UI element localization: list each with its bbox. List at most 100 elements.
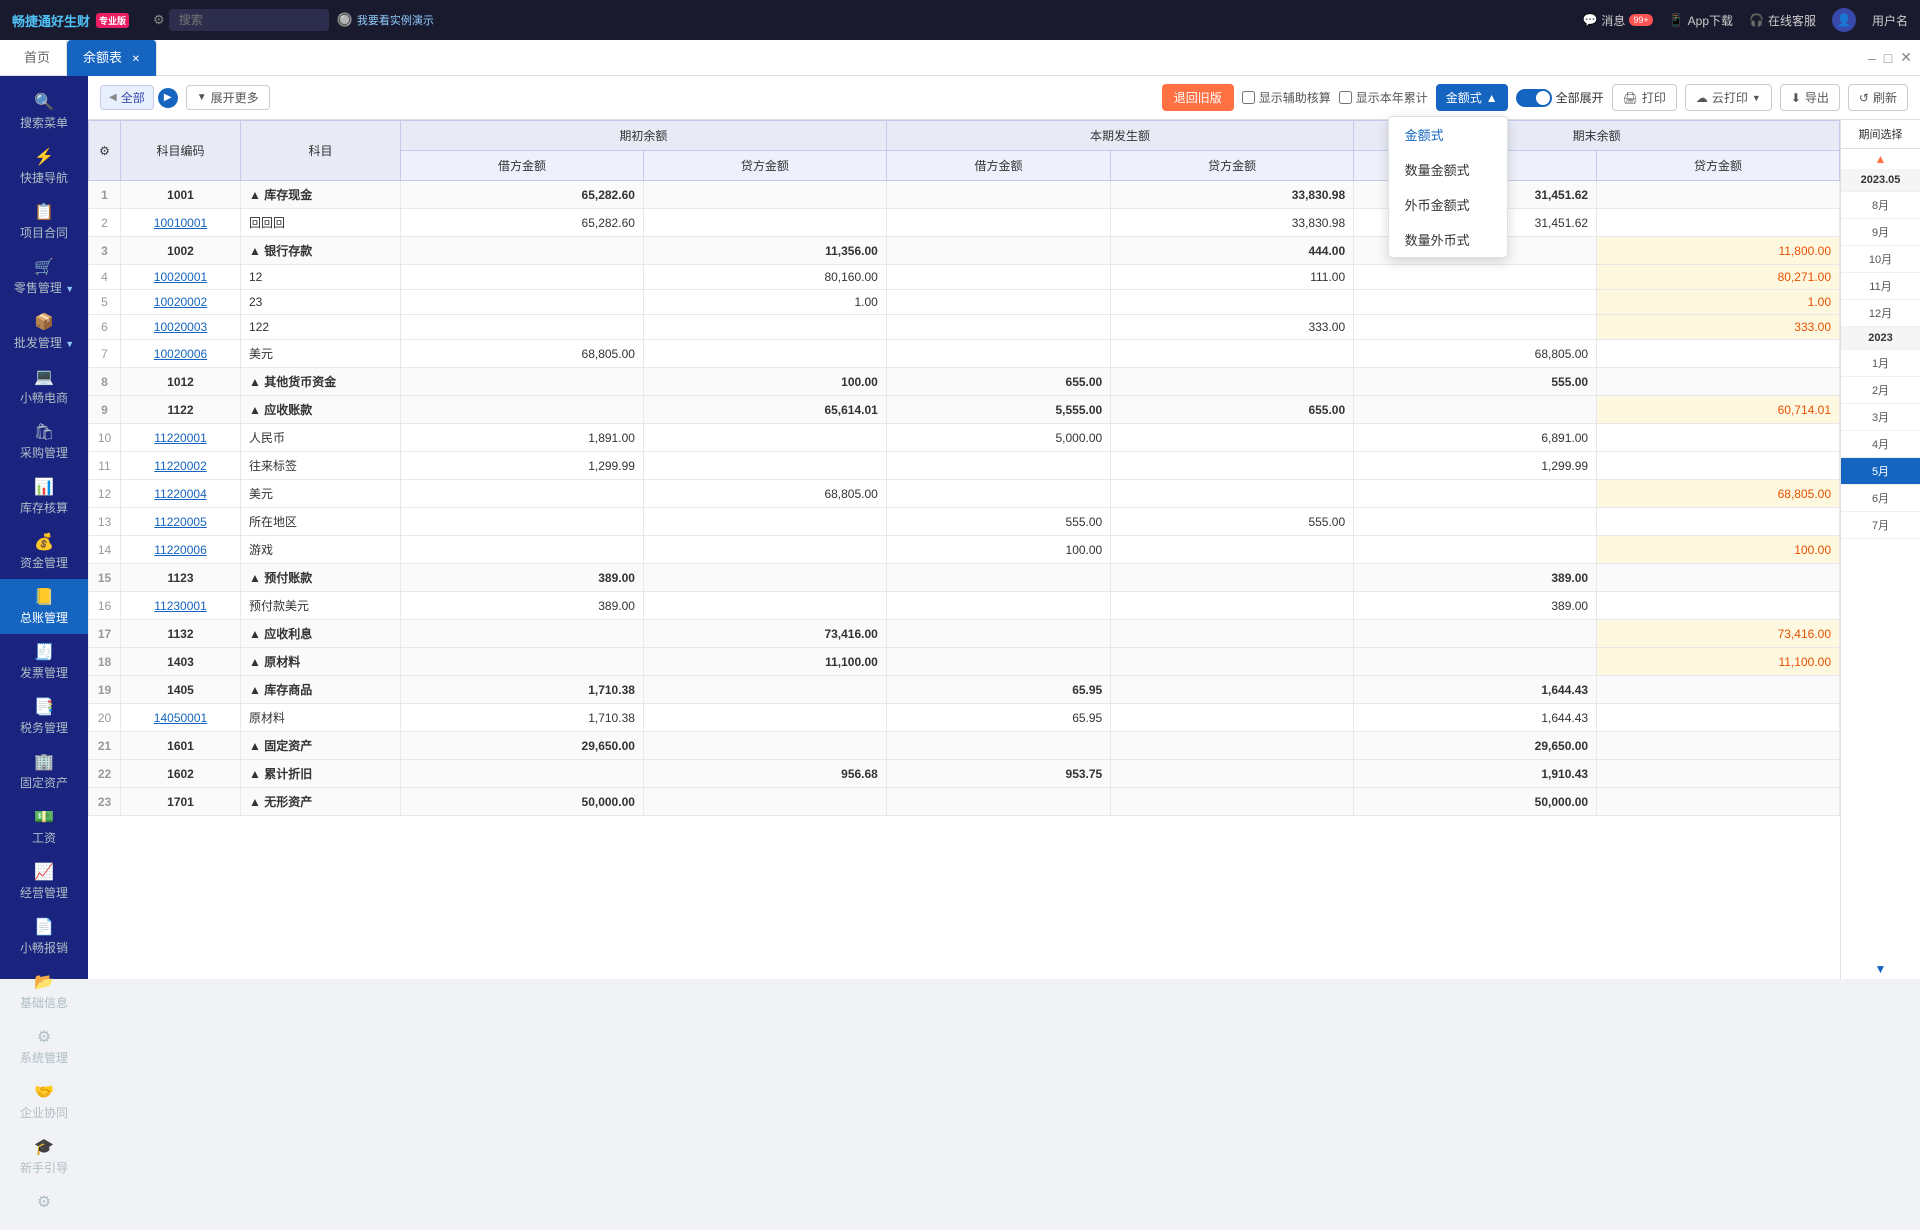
- row-num: 9: [89, 396, 121, 424]
- date-month-6[interactable]: 6月: [1841, 485, 1920, 512]
- sidebar-item-general[interactable]: 📒 总账管理: [0, 579, 88, 634]
- style-option-foreign-amount[interactable]: 外币金额式: [1389, 187, 1507, 222]
- row-num: 18: [89, 648, 121, 676]
- tab-maximize-btn[interactable]: □: [1884, 49, 1892, 66]
- account-code[interactable]: 10020003: [121, 315, 241, 340]
- demo-text[interactable]: 我要看实例演示: [357, 12, 434, 28]
- cb-credit: 1.00: [1597, 290, 1840, 315]
- account-name: ▲ 累计折旧: [241, 760, 401, 788]
- toggle-btn[interactable]: [1516, 89, 1552, 107]
- account-code[interactable]: 11220002: [121, 452, 241, 480]
- sidebar-item-tax[interactable]: 📑 税务管理: [0, 689, 88, 744]
- sidebar-item-guide[interactable]: 🎓 新手引导: [0, 1129, 88, 1184]
- sidebar-item-ecommerce[interactable]: 💻 小畅电商: [0, 359, 88, 414]
- date-month-5-current[interactable]: 5月: [1841, 458, 1920, 485]
- account-code[interactable]: 11220004: [121, 480, 241, 508]
- show-ytd-label[interactable]: 显示本年累计: [1339, 89, 1428, 106]
- ob-credit: 11,100.00: [643, 648, 886, 676]
- date-nav-down[interactable]: ▼: [1841, 959, 1920, 979]
- row-num: 12: [89, 480, 121, 508]
- breadcrumb-next-btn[interactable]: ▶: [158, 88, 178, 108]
- sidebar-item-retail[interactable]: 🛒 零售管理 ▼: [0, 249, 88, 304]
- account-code[interactable]: 11220006: [121, 536, 241, 564]
- style-btn[interactable]: 金额式 ▲: [1436, 84, 1508, 111]
- sidebar-item-salary[interactable]: 💵 工资: [0, 799, 88, 854]
- sidebar-item-invoice[interactable]: 🧾 发票管理: [0, 634, 88, 689]
- print-btn[interactable]: 🖨 打印: [1612, 84, 1677, 111]
- sidebar-item-basic[interactable]: 📂 基础信息: [0, 964, 88, 1019]
- sidebar-item-coop[interactable]: 🤝 企业协同: [0, 1074, 88, 1129]
- date-month-12[interactable]: 12月: [1841, 300, 1920, 327]
- date-month-4[interactable]: 4月: [1841, 431, 1920, 458]
- cb-credit: 11,800.00: [1597, 237, 1840, 265]
- cloud-print-btn[interactable]: ☁ 云打印 ▼: [1685, 84, 1772, 111]
- account-code[interactable]: 14050001: [121, 704, 241, 732]
- goback-btn[interactable]: 退回旧版: [1162, 84, 1234, 111]
- sidebar-item-assets[interactable]: 🏢 固定资产: [0, 744, 88, 799]
- sidebar-item-wholesale[interactable]: 📦 批发管理 ▼: [0, 304, 88, 359]
- tab-minimize-btn[interactable]: –: [1868, 49, 1876, 66]
- date-month-8[interactable]: 8月: [1841, 192, 1920, 219]
- account-code[interactable]: 10020006: [121, 340, 241, 368]
- sidebar-item-report[interactable]: 📄 小畅报销: [0, 909, 88, 964]
- account-code[interactable]: 11220001: [121, 424, 241, 452]
- sidebar-item-inventory[interactable]: 📊 库存核算: [0, 469, 88, 524]
- breadcrumb-all-btn[interactable]: ◀ 全部: [100, 85, 154, 110]
- sidebar-item-business[interactable]: 📈 经营管理: [0, 854, 88, 909]
- show-aux-checkbox[interactable]: [1242, 91, 1255, 104]
- date-month-10[interactable]: 10月: [1841, 246, 1920, 273]
- account-code[interactable]: 11220005: [121, 508, 241, 536]
- date-month-9[interactable]: 9月: [1841, 219, 1920, 246]
- settings-col-header[interactable]: ⚙: [89, 121, 121, 181]
- date-month-7[interactable]: 7月: [1841, 512, 1920, 539]
- account-code[interactable]: 10010001: [121, 209, 241, 237]
- tab-home[interactable]: 首页: [8, 40, 67, 76]
- user-avatar[interactable]: 👤: [1832, 8, 1856, 32]
- account-code[interactable]: 10020002: [121, 290, 241, 315]
- export-btn[interactable]: ⬇ 导出: [1780, 84, 1840, 111]
- table-row: 19 1405 ▲ 库存商品 1,710.38 65.95 1,644.43: [89, 676, 1840, 704]
- curr-debit: 953.75: [886, 760, 1110, 788]
- date-year-2023[interactable]: 2023: [1841, 327, 1920, 350]
- cb-credit: [1597, 508, 1840, 536]
- row-num: 21: [89, 732, 121, 760]
- date-month-1[interactable]: 1月: [1841, 350, 1920, 377]
- date-year-2023-start[interactable]: 2023.05: [1841, 169, 1920, 192]
- sidebar-item-capital[interactable]: 💰 资金管理: [0, 524, 88, 579]
- expand-more-btn[interactable]: ▼ 展开更多: [186, 85, 270, 110]
- sidebar-item-search[interactable]: 🔍 搜索菜单: [0, 84, 88, 139]
- sidebar-item-purchase[interactable]: 🛍 采购管理: [0, 414, 88, 469]
- tab-balance[interactable]: 余额表 ✕: [67, 40, 157, 76]
- sidebar-settings-btn[interactable]: ⚙: [33, 1184, 55, 1230]
- refresh-btn[interactable]: ↺ 刷新: [1848, 84, 1908, 111]
- table-row: 9 1122 ▲ 应收账款 65,614.01 5,555.00 655.00 …: [89, 396, 1840, 424]
- service-btn[interactable]: 🎧 在线客服: [1749, 12, 1816, 29]
- sidebar-item-quicknav[interactable]: ⚡ 快捷导航: [0, 139, 88, 194]
- date-nav-up[interactable]: ▲: [1841, 149, 1920, 169]
- cb-credit: [1597, 452, 1840, 480]
- table-row: 21 1601 ▲ 固定资产 29,650.00 29,650.00: [89, 732, 1840, 760]
- show-aux-label[interactable]: 显示辅助核算: [1242, 89, 1331, 106]
- date-month-3[interactable]: 3月: [1841, 404, 1920, 431]
- style-option-qty-amount[interactable]: 数量金额式: [1389, 152, 1507, 187]
- top-search-input[interactable]: [169, 9, 329, 31]
- date-month-11[interactable]: 11月: [1841, 273, 1920, 300]
- download-btn[interactable]: 📱 App下载: [1669, 12, 1733, 29]
- ob-credit: 80,160.00: [643, 265, 886, 290]
- show-ytd-checkbox[interactable]: [1339, 91, 1352, 104]
- tab-close-btn[interactable]: ✕: [132, 54, 140, 65]
- style-option-qty-foreign[interactable]: 数量外币式: [1389, 222, 1507, 257]
- sidebar-item-project[interactable]: 📋 项目合同: [0, 194, 88, 249]
- tab-close-window-btn[interactable]: ✕: [1900, 49, 1912, 66]
- curr-credit: 333.00: [1111, 315, 1354, 340]
- guide-icon: 🎓: [4, 1137, 84, 1157]
- account-code[interactable]: 11230001: [121, 592, 241, 620]
- sidebar-item-system[interactable]: ⚙ 系统管理: [0, 1019, 88, 1074]
- account-code[interactable]: 10020001: [121, 265, 241, 290]
- curr-credit: 555.00: [1111, 508, 1354, 536]
- curr-debit: [886, 265, 1110, 290]
- message-btn[interactable]: 💬 消息 99+: [1582, 12, 1652, 29]
- table-row: 13 11220005 所在地区 555.00 555.00: [89, 508, 1840, 536]
- style-option-amount[interactable]: 金额式: [1389, 117, 1507, 152]
- date-month-2[interactable]: 2月: [1841, 377, 1920, 404]
